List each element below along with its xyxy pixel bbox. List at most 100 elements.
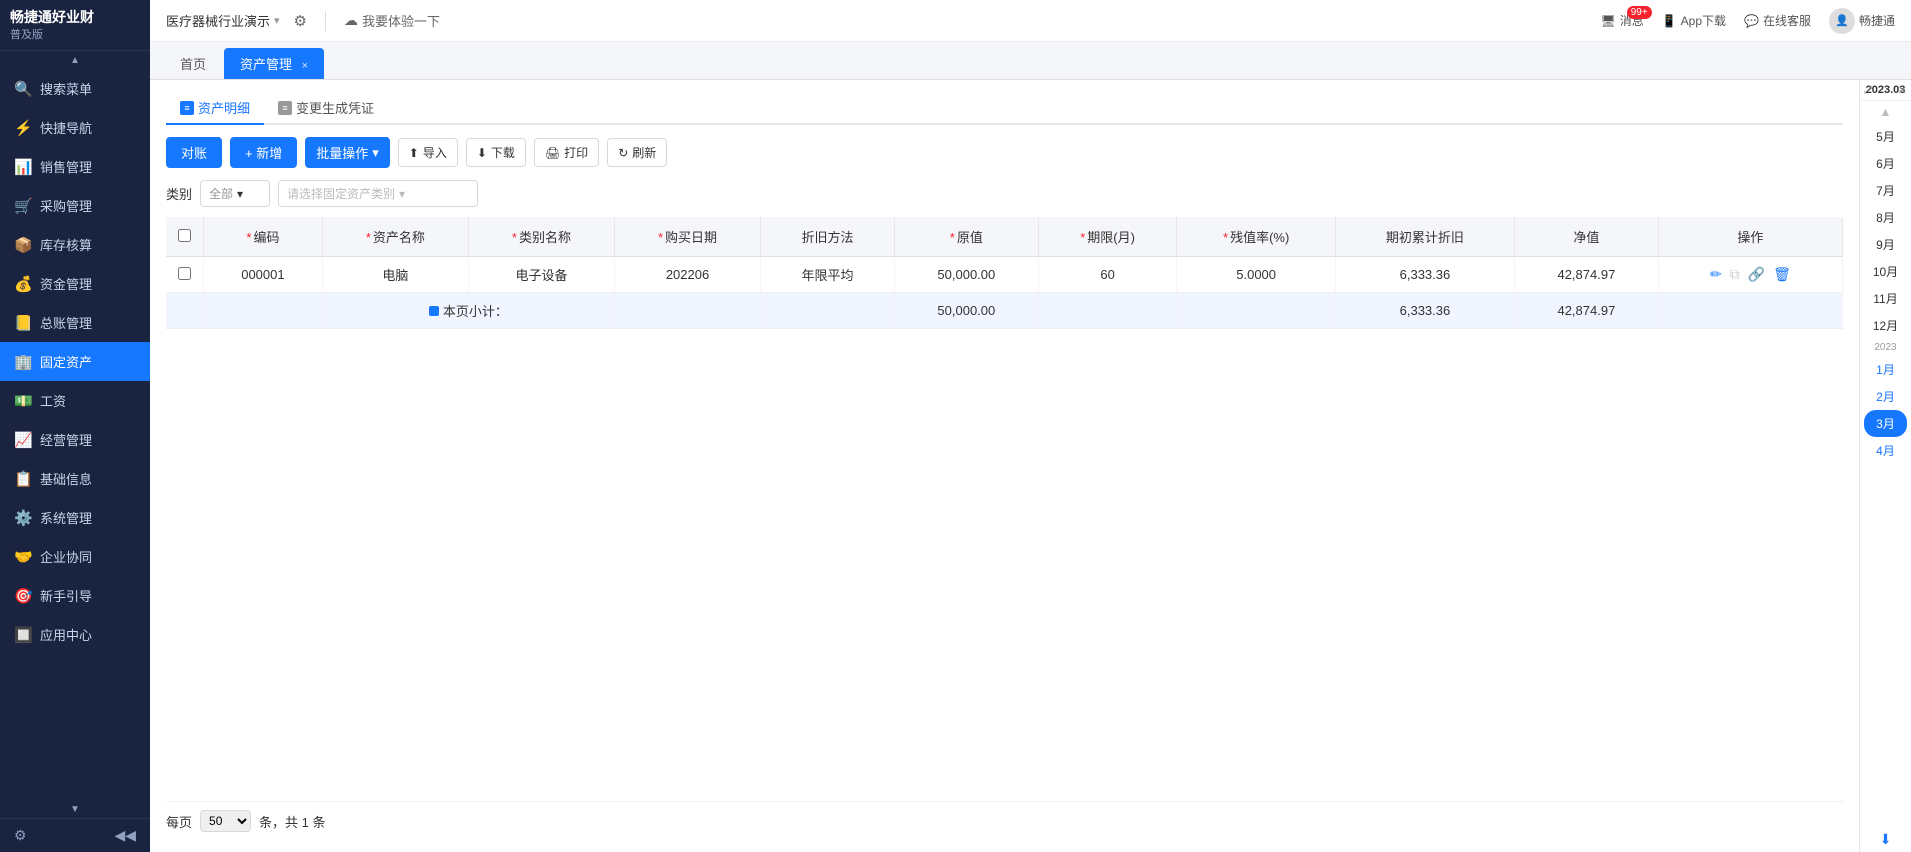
sub-tab-change-voucher[interactable]: ≡ 变更生成凭证 bbox=[264, 92, 388, 125]
subtotal-net-value: 42,874.97 bbox=[1514, 293, 1658, 329]
batch-ops-button[interactable]: 批量操作 ▾ bbox=[305, 137, 390, 168]
nav-label-enterprise: 企业协同 bbox=[40, 547, 92, 566]
sidebar-scroll-down[interactable]: ▼ bbox=[0, 800, 150, 818]
calendar-months: 5月6月7月8月9月10月11月12月20231月2月3月4月 bbox=[1860, 123, 1911, 827]
nav-label-sales: 销售管理 bbox=[40, 157, 92, 176]
subtotal-row: 本页小计： 50,000.00 6,333.36 42,874.97 bbox=[166, 293, 1843, 329]
calendar-scroll-up[interactable]: ▲ bbox=[1860, 101, 1911, 123]
calendar-month-curr[interactable]: 1月 bbox=[1860, 356, 1911, 383]
subtotal-empty1 bbox=[614, 293, 760, 329]
app-download-label: App下载 bbox=[1681, 12, 1726, 29]
print-button[interactable]: 🖨 打印 bbox=[534, 138, 599, 167]
topbar-divider bbox=[325, 11, 326, 31]
page-content: ≡ 资产明细 ≡ 变更生成凭证 对账 + 新增 批量操作 ▾ bbox=[150, 80, 1911, 852]
th-name: *资产名称 bbox=[322, 217, 468, 257]
tab-asset-management[interactable]: 资产管理 × bbox=[224, 48, 324, 79]
th-net-value: 净值 bbox=[1514, 217, 1658, 257]
sidebar-item-purchase[interactable]: 🛒采购管理 bbox=[0, 186, 150, 225]
experience-link[interactable]: ☁ 我要体验一下 bbox=[344, 11, 440, 30]
calendar-month-prev[interactable]: 5月 bbox=[1860, 123, 1911, 150]
collapse-sidebar-icon[interactable]: ◀◀ bbox=[114, 827, 136, 844]
online-service-btn[interactable]: 💬 在线客服 bbox=[1744, 12, 1811, 29]
delete-icon[interactable]: 🗑 bbox=[1773, 266, 1791, 283]
new-button[interactable]: + 新增 bbox=[230, 137, 297, 168]
sidebar-item-fixed-assets[interactable]: 🏢固定资产 bbox=[0, 342, 150, 381]
company-settings-icon[interactable]: ⚙ bbox=[294, 12, 307, 30]
sidebar-item-inventory[interactable]: 📦库存核算 bbox=[0, 225, 150, 264]
calendar-month-prev[interactable]: 10月 bbox=[1860, 258, 1911, 285]
sidebar-item-sales[interactable]: 📊 销售管理 bbox=[0, 147, 150, 186]
sidebar-item-new-guide[interactable]: 🎯新手引导 bbox=[0, 576, 150, 615]
link-icon[interactable]: 🔗 bbox=[1748, 266, 1765, 283]
sidebar-item-basic-info[interactable]: 📋基础信息 bbox=[0, 459, 150, 498]
company-selector[interactable]: 医疗器械行业演示 ▾ bbox=[166, 11, 280, 30]
copy-icon[interactable]: ⧉ bbox=[1730, 266, 1740, 283]
nav-icon-sales: 📊 bbox=[14, 158, 32, 176]
row-checkbox[interactable] bbox=[178, 267, 191, 280]
calendar-month-prev[interactable]: 7月 bbox=[1860, 177, 1911, 204]
nav-label-inventory: 库存核算 bbox=[40, 235, 92, 254]
cloud-icon: ☁ bbox=[344, 12, 358, 29]
total-label: 条，共 1 条 bbox=[259, 812, 325, 831]
sidebar-item-search[interactable]: 🔍搜索菜单 bbox=[0, 69, 150, 108]
right-panel-expand-icon[interactable]: ⤢ bbox=[1864, 85, 1872, 96]
refresh-button[interactable]: ↻ 刷新 bbox=[607, 138, 667, 167]
calendar-month-curr[interactable]: 3月 bbox=[1864, 410, 1907, 437]
calendar-month-curr[interactable]: 2月 bbox=[1860, 383, 1911, 410]
experience-label: 我要体验一下 bbox=[362, 11, 440, 30]
user-avatar-btn[interactable]: 👤 畅捷通 bbox=[1829, 8, 1895, 34]
per-page-select[interactable]: 102050100 bbox=[200, 810, 251, 832]
calendar-month-prev[interactable]: 11月 bbox=[1860, 285, 1911, 312]
nav-icon-ledger: 📒 bbox=[14, 314, 32, 332]
sidebar-item-ledger[interactable]: 📒总账管理 bbox=[0, 303, 150, 342]
sidebar-item-enterprise[interactable]: 🤝企业协同 bbox=[0, 537, 150, 576]
sidebar-item-payroll[interactable]: 💵工资 bbox=[0, 381, 150, 420]
category-filter-select[interactable]: 全部 ▾ bbox=[200, 180, 270, 207]
tab-close-icon[interactable]: × bbox=[302, 60, 308, 72]
tab-home[interactable]: 首页 bbox=[166, 48, 220, 79]
message-icon: 🖥 bbox=[1600, 14, 1615, 28]
settings-icon[interactable]: ⚙ bbox=[14, 827, 27, 844]
app-download-btn[interactable]: 📱 App下载 bbox=[1662, 12, 1726, 29]
export-button[interactable]: ⬆ 导入 bbox=[398, 138, 458, 167]
nav-label-purchase: 采购管理 bbox=[40, 196, 92, 215]
calendar-month-prev[interactable]: 6月 bbox=[1860, 150, 1911, 177]
messages-btn[interactable]: 🖥 消息 99+ bbox=[1600, 12, 1643, 29]
calendar-month-curr[interactable]: 4月 bbox=[1860, 437, 1911, 464]
sidebar-logo: 畅捷通好业财 普及版 bbox=[0, 0, 150, 51]
calendar-year-2023: 2023 bbox=[1860, 339, 1911, 356]
nav-icon-search: 🔍 bbox=[14, 80, 32, 98]
right-panel-close-icon[interactable]: ✕ bbox=[1898, 84, 1907, 97]
calendar-month-prev[interactable]: 8月 bbox=[1860, 204, 1911, 231]
reconcile-button[interactable]: 对账 bbox=[166, 137, 222, 168]
sidebar-scroll-up[interactable]: ▲ bbox=[0, 51, 150, 69]
sidebar-item-quick-nav[interactable]: ⚡ 快捷导航 bbox=[0, 108, 150, 147]
th-period: *期限(月) bbox=[1038, 217, 1177, 257]
asset-category-placeholder: 请选择固定资产类别 bbox=[287, 185, 395, 202]
calendar-down-btn[interactable]: ⬇ bbox=[1860, 827, 1911, 852]
asset-category-filter[interactable]: 请选择固定资产类别 ▾ bbox=[278, 180, 478, 207]
right-panel: ⤢ 2023.03 ✕ ▲ 5月6月7月8月9月10月11月12月20231月2… bbox=[1859, 80, 1911, 852]
per-page-label: 每页 bbox=[166, 812, 192, 831]
download-button[interactable]: ⬇ 下载 bbox=[466, 138, 526, 167]
sub-tab-asset-detail[interactable]: ≡ 资产明细 bbox=[166, 92, 264, 125]
sidebar-item-funds[interactable]: 💰资金管理 bbox=[0, 264, 150, 303]
edit-icon[interactable]: ✏ bbox=[1710, 266, 1722, 283]
select-all-checkbox[interactable] bbox=[178, 229, 191, 242]
calendar-month-prev[interactable]: 12月 bbox=[1860, 312, 1911, 339]
username-label: 畅捷通 bbox=[1859, 12, 1895, 29]
nav-icon-system: ⚙️ bbox=[14, 509, 32, 527]
nav-icon-quick-nav: ⚡ bbox=[14, 119, 32, 137]
nav-icon-basic-info: 📋 bbox=[14, 470, 32, 488]
nav-label-new-guide: 新手引导 bbox=[40, 586, 92, 605]
calendar-month-prev[interactable]: 9月 bbox=[1860, 231, 1911, 258]
filter-row: 类别 全部 ▾ 请选择固定资产类别 ▾ bbox=[166, 180, 1843, 207]
th-original-value: *原值 bbox=[894, 217, 1038, 257]
refresh-icon: ↻ bbox=[618, 146, 628, 160]
mobile-icon: 📱 bbox=[1662, 14, 1677, 28]
sidebar-item-app-center[interactable]: 🔲应用中心 bbox=[0, 615, 150, 654]
sidebar-item-operations[interactable]: 📈经营管理 bbox=[0, 420, 150, 459]
calendar-down-icon: ⬇ bbox=[1880, 831, 1892, 848]
sidebar-item-system[interactable]: ⚙️系统管理 bbox=[0, 498, 150, 537]
nav-label-quick-nav: 快捷导航 bbox=[40, 118, 92, 137]
